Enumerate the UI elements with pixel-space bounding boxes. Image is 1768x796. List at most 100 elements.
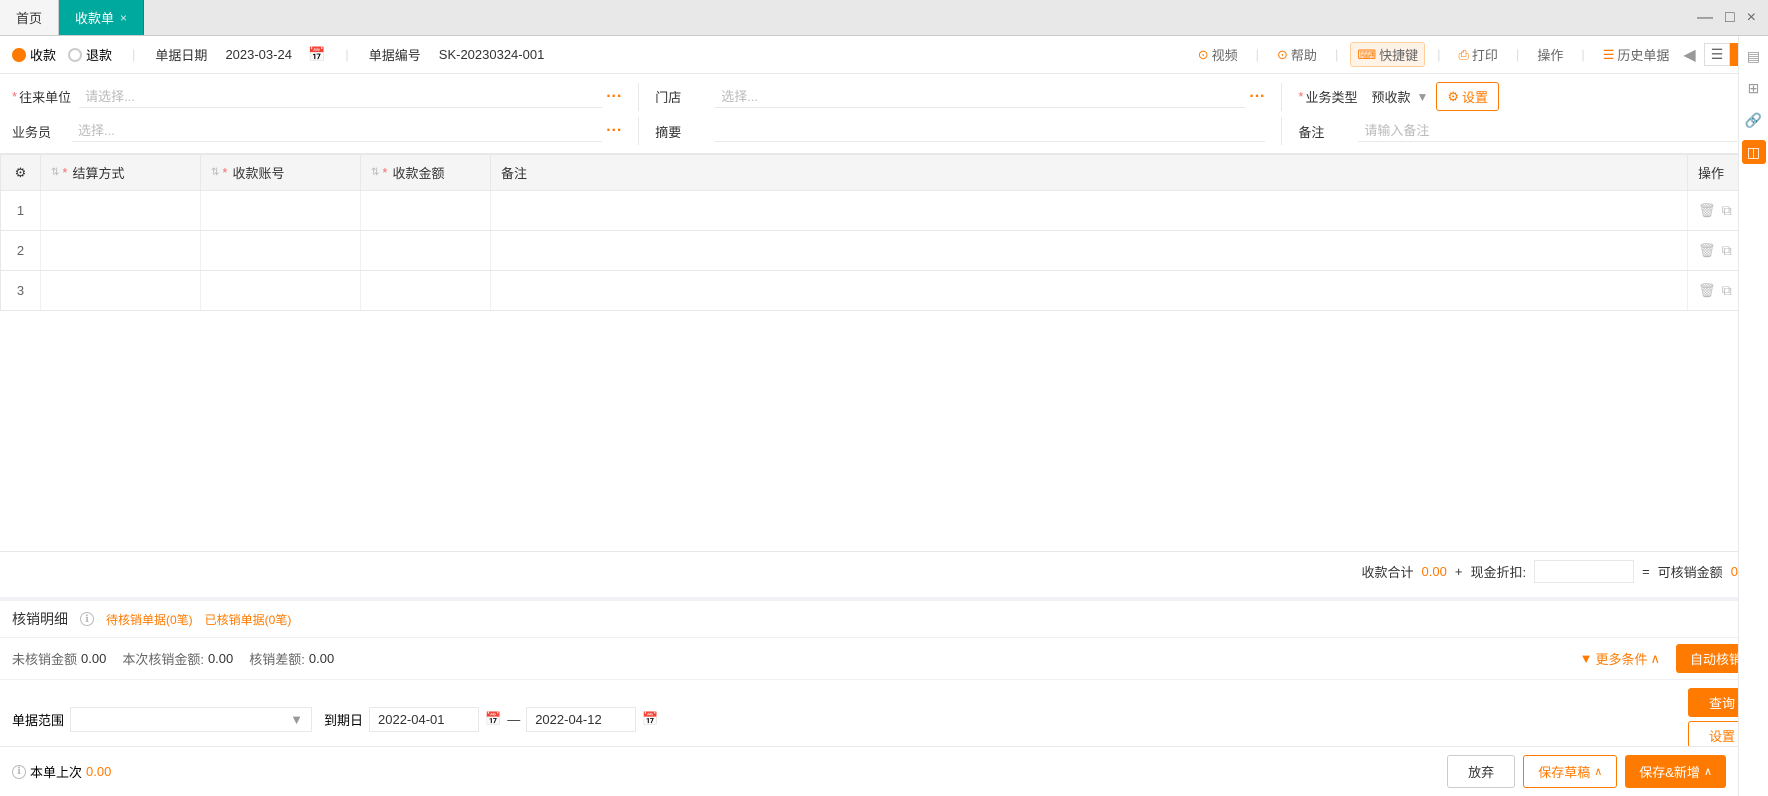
pending-tab[interactable]: 待核销单据(0笔) bbox=[106, 611, 193, 628]
sort-icon-3: ⇅ bbox=[371, 167, 379, 178]
video-icon: ⊙ bbox=[1198, 47, 1209, 63]
btn-ops[interactable]: 操作 bbox=[1531, 43, 1569, 66]
writeoff-title: 核销明细 bbox=[12, 609, 68, 629]
btn-help-label: 帮助 bbox=[1291, 45, 1317, 64]
form-section: * 往来单位 ··· 门店 ··· * 业务类型 预收款 ▼ ⚙ bbox=[0, 74, 1768, 154]
filter-icon: ▼ bbox=[1580, 651, 1593, 666]
row-3-delete-icon[interactable]: 🗑 bbox=[1698, 282, 1716, 299]
abstract-label: 摘要 bbox=[655, 122, 715, 141]
abstract-input[interactable] bbox=[715, 120, 1265, 142]
row-2-account[interactable] bbox=[201, 231, 361, 271]
save-new-button[interactable]: 保存&新增 ∧ bbox=[1625, 755, 1726, 788]
diff-stat: 核销差额: 0.00 bbox=[249, 649, 334, 668]
filter-date: 到期日 📅 — 📅 bbox=[324, 707, 658, 732]
row-1-account[interactable] bbox=[201, 191, 361, 231]
settings-button[interactable]: ⚙ 设置 bbox=[1436, 82, 1499, 111]
store-input[interactable] bbox=[715, 86, 1245, 108]
field-divider-3 bbox=[638, 117, 639, 145]
panel-icon-2[interactable]: ⊞ bbox=[1742, 76, 1766, 100]
range-dropdown-icon: ▼ bbox=[290, 712, 303, 727]
remark-input[interactable] bbox=[1358, 120, 1756, 142]
row-2-settlement[interactable] bbox=[41, 231, 201, 271]
row-1-delete-icon[interactable]: 🗑 bbox=[1698, 202, 1716, 219]
range-select[interactable]: ▼ bbox=[70, 707, 312, 732]
footer: ℹ 本单上次 0.00 放弃 保存草稿 ∧ 保存&新增 ∧ bbox=[0, 746, 1738, 796]
tab-shoukuan[interactable]: 收款单 × bbox=[59, 0, 144, 35]
tab-bar: 首页 收款单 × — □ × bbox=[0, 0, 1768, 36]
unwriteoff-stat: 未核销金额 0.00 bbox=[12, 649, 106, 668]
equals-sign: = bbox=[1642, 564, 1650, 579]
calendar-to-icon[interactable]: 📅 bbox=[642, 711, 658, 727]
nav-prev-icon[interactable]: ◀ bbox=[1683, 45, 1695, 65]
per-note-value: 0.00 bbox=[86, 764, 111, 779]
calendar-icon[interactable]: 📅 bbox=[308, 46, 325, 63]
radio-tuikuan-dot bbox=[68, 48, 82, 62]
row-1-copy-icon[interactable]: ⧉ bbox=[1722, 202, 1732, 219]
row-2-remark[interactable] bbox=[491, 231, 1688, 271]
plus-sign: + bbox=[1455, 564, 1463, 579]
field-divider-1 bbox=[638, 83, 639, 111]
row-2-delete-icon[interactable]: 🗑 bbox=[1698, 242, 1716, 259]
save-new-arrow-icon: ∧ bbox=[1704, 765, 1712, 778]
btn-history[interactable]: ☰ 历史单据 bbox=[1597, 43, 1676, 66]
partner-more-icon[interactable]: ··· bbox=[606, 88, 622, 106]
radio-tuikuan[interactable]: 退款 bbox=[68, 45, 112, 64]
settings-label: 设置 bbox=[1462, 87, 1488, 106]
save-draft-arrow-icon: ∧ bbox=[1594, 765, 1602, 778]
partner-required-mark: * bbox=[12, 89, 17, 104]
row-2-num: 2 bbox=[1, 231, 41, 271]
row-3-account[interactable] bbox=[201, 271, 361, 311]
row-1-amount[interactable] bbox=[361, 191, 491, 231]
staff-more-icon[interactable]: ··· bbox=[606, 122, 622, 140]
staff-label: 业务员 bbox=[12, 122, 72, 141]
store-more-icon[interactable]: ··· bbox=[1249, 88, 1265, 106]
current-label: 本次核销金额: bbox=[122, 649, 204, 668]
tab-home[interactable]: 首页 bbox=[0, 0, 59, 35]
view-list-btn[interactable]: ☰ bbox=[1704, 43, 1731, 66]
maximize-button[interactable]: □ bbox=[1725, 9, 1735, 27]
btn-print[interactable]: ⎙ 打印 bbox=[1453, 43, 1504, 66]
row-2-amount[interactable] bbox=[361, 231, 491, 271]
table-header: ⚙ ⇅ * 结算方式 ⇅ * 收款账号 bbox=[1, 155, 1768, 191]
save-draft-button[interactable]: 保存草稿 ∧ bbox=[1523, 755, 1617, 788]
main-content: 收款 退款 | 单据日期 2023-03-24 📅 | 单据编号 SK-2023… bbox=[0, 36, 1768, 796]
row-3-copy-icon[interactable]: ⧉ bbox=[1722, 282, 1732, 299]
row-2-copy-icon[interactable]: ⧉ bbox=[1722, 242, 1732, 259]
panel-icon-1[interactable]: ▤ bbox=[1742, 44, 1766, 68]
staff-input[interactable] bbox=[72, 120, 602, 142]
more-conditions-button[interactable]: ▼ 更多条件 ∧ bbox=[1580, 649, 1660, 668]
bt-dropdown-icon[interactable]: ▼ bbox=[1416, 90, 1428, 104]
panel-icon-4[interactable]: ◫ bbox=[1742, 140, 1766, 164]
discount-input[interactable] bbox=[1534, 560, 1634, 583]
abandon-button[interactable]: 放弃 bbox=[1447, 755, 1515, 788]
footer-info-icon[interactable]: ℹ bbox=[12, 765, 26, 779]
btn-shortcut[interactable]: ⌨ 快捷键 bbox=[1350, 42, 1425, 67]
panel-icon-3[interactable]: 🔗 bbox=[1742, 108, 1766, 132]
row-1-remark[interactable] bbox=[491, 191, 1688, 231]
col-remark-header: 备注 bbox=[491, 155, 1688, 191]
date-from-input[interactable] bbox=[369, 707, 479, 732]
discount-label: 现金折扣: bbox=[1470, 562, 1526, 581]
row-3-settlement[interactable] bbox=[41, 271, 201, 311]
writeoff-header: 核销明细 ℹ 待核销单据(0笔) 已核销单据(0笔) bbox=[0, 601, 1768, 638]
toolbar-sep1: | bbox=[132, 47, 135, 62]
row-3-remark[interactable] bbox=[491, 271, 1688, 311]
remark-field: 备注 bbox=[1298, 120, 1756, 142]
radio-shoukuan[interactable]: 收款 bbox=[12, 45, 56, 64]
sep6: | bbox=[1516, 47, 1519, 62]
partner-input[interactable] bbox=[79, 86, 602, 108]
done-tab[interactable]: 已核销单据(0笔) bbox=[205, 611, 292, 628]
tab-close-icon[interactable]: × bbox=[120, 11, 127, 25]
row-3-amount[interactable] bbox=[361, 271, 491, 311]
close-button[interactable]: × bbox=[1747, 9, 1756, 27]
btn-help[interactable]: ⊙ 帮助 bbox=[1271, 43, 1323, 66]
table-settings-icon[interactable]: ⚙ bbox=[1, 155, 41, 191]
date-to-input[interactable] bbox=[526, 707, 636, 732]
row-1-settlement[interactable] bbox=[41, 191, 201, 231]
radio-shoukuan-dot bbox=[12, 48, 26, 62]
writeoff-info-icon[interactable]: ℹ bbox=[80, 612, 94, 626]
row-1-num: 1 bbox=[1, 191, 41, 231]
minimize-button[interactable]: — bbox=[1697, 9, 1713, 27]
btn-video[interactable]: ⊙ 视频 bbox=[1192, 43, 1244, 66]
calendar-from-icon[interactable]: 📅 bbox=[485, 711, 501, 727]
